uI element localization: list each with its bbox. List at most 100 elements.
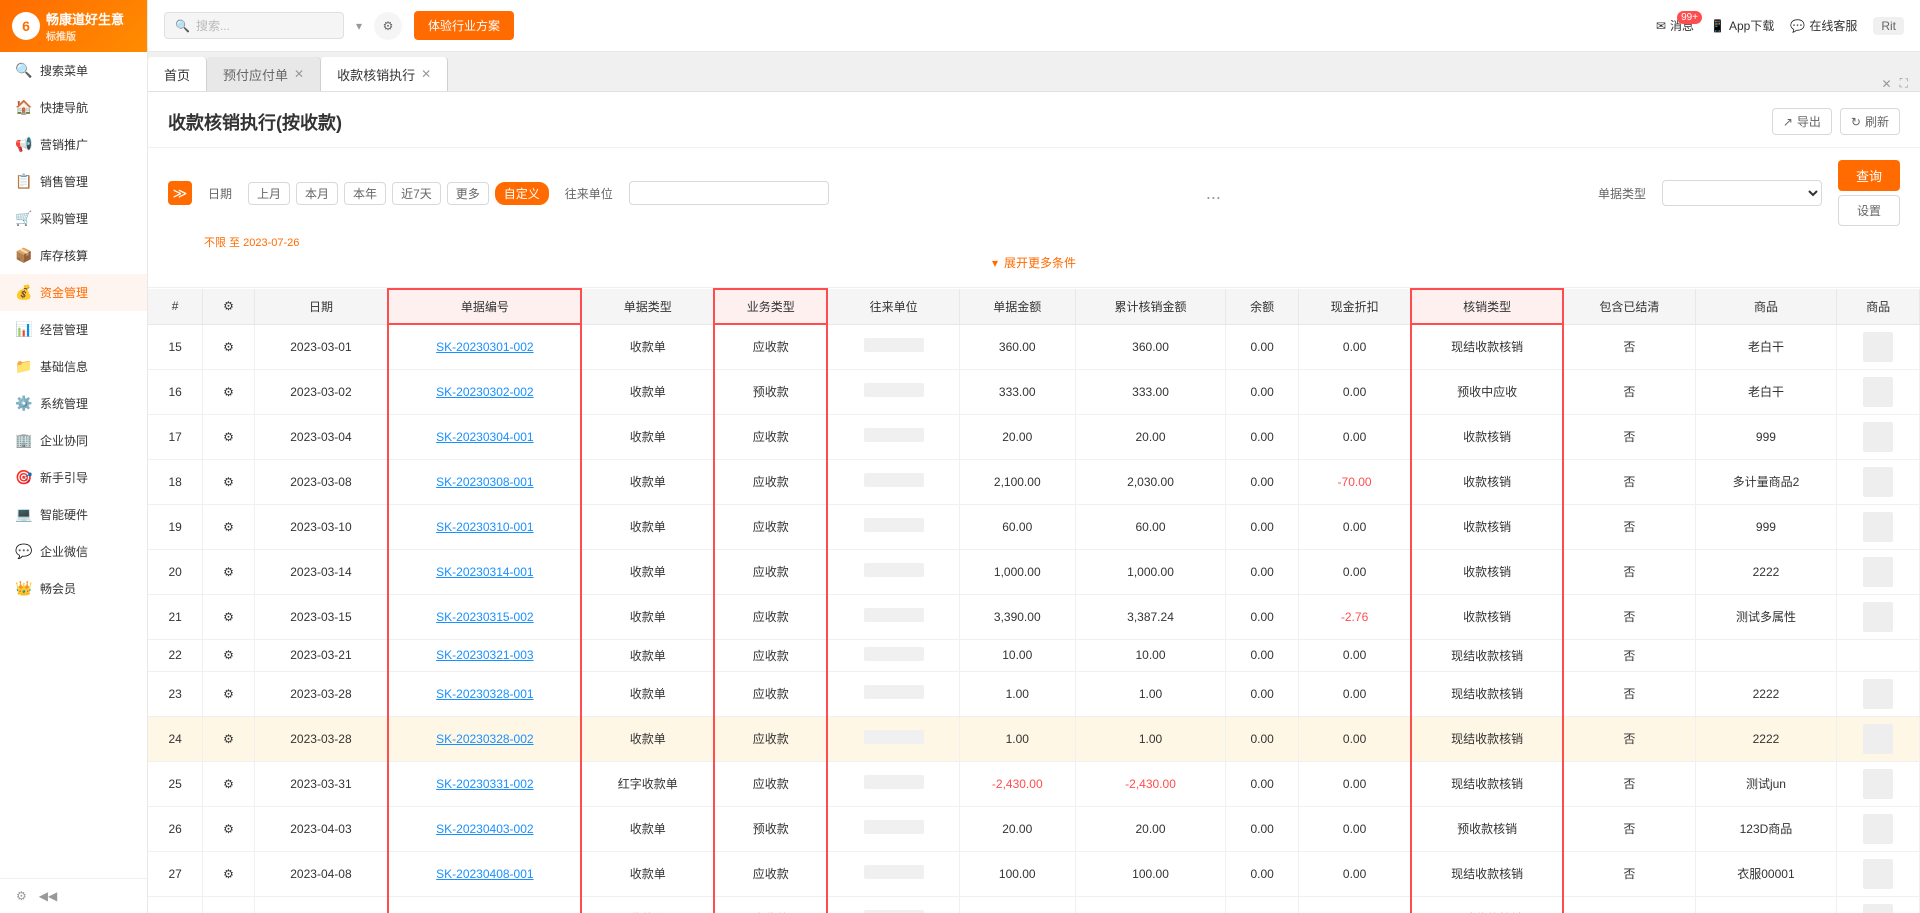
expand-conditions-btn[interactable]: ▾ 展开更多条件 — [168, 250, 1900, 275]
cell-docno-28[interactable]: SK-20230418-001 — [388, 896, 581, 913]
tab-prepay[interactable]: 预付应付单 ✕ — [207, 57, 321, 91]
sidebar-item-finance[interactable]: 💰 资金管理 — [0, 274, 147, 311]
sidebar-item-inventory[interactable]: 📦 库存核算 — [0, 237, 147, 274]
query-btn[interactable]: 查询 — [1838, 160, 1900, 191]
cell-partner-23 — [827, 671, 959, 716]
app-download-btn[interactable]: 📱 App下载 — [1710, 17, 1774, 34]
cell-date-18: 2023-03-08 — [254, 459, 388, 504]
table-row[interactable]: 22⚙2023-03-21SK-20230321-003收款单应收款10.001… — [148, 639, 1920, 671]
table-row[interactable]: 27⚙2023-04-08SK-20230408-001收款单应收款100.00… — [148, 851, 1920, 896]
table-row[interactable]: 20⚙2023-03-14SK-20230314-001收款单应收款1,000.… — [148, 549, 1920, 594]
cell-docno-18[interactable]: SK-20230308-001 — [388, 459, 581, 504]
filter-expand-btn[interactable]: ≫ — [168, 181, 192, 205]
cell-settings-20[interactable]: ⚙ — [203, 549, 254, 594]
table-row[interactable]: 18⚙2023-03-08SK-20230308-001收款单应收款2,100.… — [148, 459, 1920, 504]
cell-seq-16: 16 — [148, 369, 203, 414]
cell-doctype-23: 收款单 — [581, 671, 714, 716]
table-row[interactable]: 23⚙2023-03-28SK-20230328-001收款单应收款1.001.… — [148, 671, 1920, 716]
sidebar-item-guide[interactable]: 🎯 新手引导 — [0, 459, 147, 496]
cell-settings-22[interactable]: ⚙ — [203, 639, 254, 671]
sidebar-item-member[interactable]: 👑 畅会员 — [0, 570, 147, 607]
cell-docno-21[interactable]: SK-20230315-002 — [388, 594, 581, 639]
cell-settings-15[interactable]: ⚙ — [203, 324, 254, 369]
table-row[interactable]: 25⚙2023-03-31SK-20230331-002红字收款单应收款-2,4… — [148, 761, 1920, 806]
cell-docno-15[interactable]: SK-20230301-002 — [388, 324, 581, 369]
sidebar-item-operations[interactable]: 📊 经营管理 — [0, 311, 147, 348]
tab-home[interactable]: 首页 — [148, 57, 207, 91]
date-btn-last-month[interactable]: 上月 — [248, 182, 290, 205]
cell-date-16: 2023-03-02 — [254, 369, 388, 414]
sidebar-item-search[interactable]: 🔍 搜索菜单 — [0, 52, 147, 89]
date-btn-this-month[interactable]: 本月 — [296, 182, 338, 205]
cell-docno-19[interactable]: SK-20230310-001 — [388, 504, 581, 549]
cell-docno-22[interactable]: SK-20230321-003 — [388, 639, 581, 671]
sidebar-label-finance: 资金管理 — [40, 284, 88, 301]
cell-settings-21[interactable]: ⚙ — [203, 594, 254, 639]
sidebar-logo: 6 畅康道好生意 标推版 — [0, 0, 147, 52]
settings-btn[interactable]: ⚙ — [374, 12, 402, 40]
sidebar-item-quick-nav[interactable]: 🏠 快捷导航 — [0, 89, 147, 126]
settings-icon[interactable]: ⚙ — [16, 889, 27, 903]
cell-docno-17[interactable]: SK-20230304-001 — [388, 414, 581, 459]
cell-docno-27[interactable]: SK-20230408-001 — [388, 851, 581, 896]
sidebar-item-purchase[interactable]: 🛒 采购管理 — [0, 200, 147, 237]
cell-settings-16[interactable]: ⚙ — [203, 369, 254, 414]
sidebar-item-marketing[interactable]: 📢 营销推广 — [0, 126, 147, 163]
cell-settings-24[interactable]: ⚙ — [203, 716, 254, 761]
table-row[interactable]: 21⚙2023-03-15SK-20230315-002收款单应收款3,390.… — [148, 594, 1920, 639]
sidebar-item-system[interactable]: ⚙️ 系统管理 — [0, 385, 147, 422]
cell-settings-27[interactable]: ⚙ — [203, 851, 254, 896]
dropdown-arrow-icon[interactable]: ▾ — [356, 19, 362, 33]
cell-docno-20[interactable]: SK-20230314-001 — [388, 549, 581, 594]
user-btn[interactable]: Rit — [1873, 17, 1904, 35]
cell-settings-28[interactable]: ⚙ — [203, 896, 254, 913]
table-row[interactable]: 15⚙2023-03-01SK-20230301-002收款单应收款360.00… — [148, 324, 1920, 369]
col-header-settings[interactable]: ⚙ — [203, 289, 254, 324]
doc-type-select[interactable] — [1662, 180, 1822, 206]
cell-settings-25[interactable]: ⚙ — [203, 761, 254, 806]
tab-close-prepay[interactable]: ✕ — [294, 67, 304, 81]
cell-docno-24[interactable]: SK-20230328-002 — [388, 716, 581, 761]
date-btn-this-year[interactable]: 本年 — [344, 182, 386, 205]
tab-collection[interactable]: 收款核销执行✕ — [321, 57, 448, 91]
sidebar-item-basic[interactable]: 📁 基础信息 — [0, 348, 147, 385]
setting-btn[interactable]: 设置 — [1838, 195, 1900, 226]
cell-docno-16[interactable]: SK-20230302-002 — [388, 369, 581, 414]
cell-date-25: 2023-03-31 — [254, 761, 388, 806]
date-btn-more[interactable]: 更多 — [447, 182, 489, 205]
cell-settings-17[interactable]: ⚙ — [203, 414, 254, 459]
cell-settings-18[interactable]: ⚙ — [203, 459, 254, 504]
sidebar-item-sales[interactable]: 📋 销售管理 — [0, 163, 147, 200]
sidebar-item-corp[interactable]: 🏢 企业协同 — [0, 422, 147, 459]
topbar-search[interactable]: 🔍 搜索... — [164, 12, 344, 39]
export-btn[interactable]: ↗ 导出 — [1772, 108, 1832, 135]
msg-btn[interactable]: ✉ 消息 99+ — [1656, 17, 1694, 34]
table-row[interactable]: 19⚙2023-03-10SK-20230310-001收款单应收款60.006… — [148, 504, 1920, 549]
table-row[interactable]: 26⚙2023-04-03SK-20230403-002收款单预收款20.002… — [148, 806, 1920, 851]
sidebar-item-wechat[interactable]: 💬 企业微信 — [0, 533, 147, 570]
cell-docno-23[interactable]: SK-20230328-001 — [388, 671, 581, 716]
cell-settings-19[interactable]: ⚙ — [203, 504, 254, 549]
table-row[interactable]: 17⚙2023-03-04SK-20230304-001收款单应收款20.002… — [148, 414, 1920, 459]
close-window-icon[interactable]: ✕ — [1882, 77, 1892, 91]
table-row[interactable]: 28⚙2023-04-18SK-20230418-001收款单应收款100.00… — [148, 896, 1920, 913]
industry-btn[interactable]: 体验行业方案 — [414, 11, 514, 40]
refresh-btn[interactable]: ↻ 刷新 — [1840, 108, 1900, 135]
date-btn-7days[interactable]: 近7天 — [392, 182, 441, 205]
cell-seq-20: 20 — [148, 549, 203, 594]
date-btn-custom[interactable]: 自定义 — [495, 182, 549, 205]
service-btn[interactable]: 💬 在线客服 — [1790, 17, 1857, 34]
cell-partner-28 — [827, 896, 959, 913]
maximize-icon[interactable]: ⛶ — [1900, 76, 1908, 91]
cell-docno-25[interactable]: SK-20230331-002 — [388, 761, 581, 806]
tab-label-prepay: 预付应付单 — [223, 65, 288, 84]
tab-close-collection[interactable]: ✕ — [421, 67, 431, 81]
sidebar-item-hardware[interactable]: 💻 智能硬件 — [0, 496, 147, 533]
partner-input[interactable] — [629, 181, 829, 205]
table-row[interactable]: 24⚙2023-03-28SK-20230328-002收款单应收款1.001.… — [148, 716, 1920, 761]
cell-docno-26[interactable]: SK-20230403-002 — [388, 806, 581, 851]
cell-settings-23[interactable]: ⚙ — [203, 671, 254, 716]
collapse-icon[interactable]: ◀◀ — [39, 889, 57, 903]
cell-settings-26[interactable]: ⚙ — [203, 806, 254, 851]
table-row[interactable]: 16⚙2023-03-02SK-20230302-002收款单预收款333.00… — [148, 369, 1920, 414]
